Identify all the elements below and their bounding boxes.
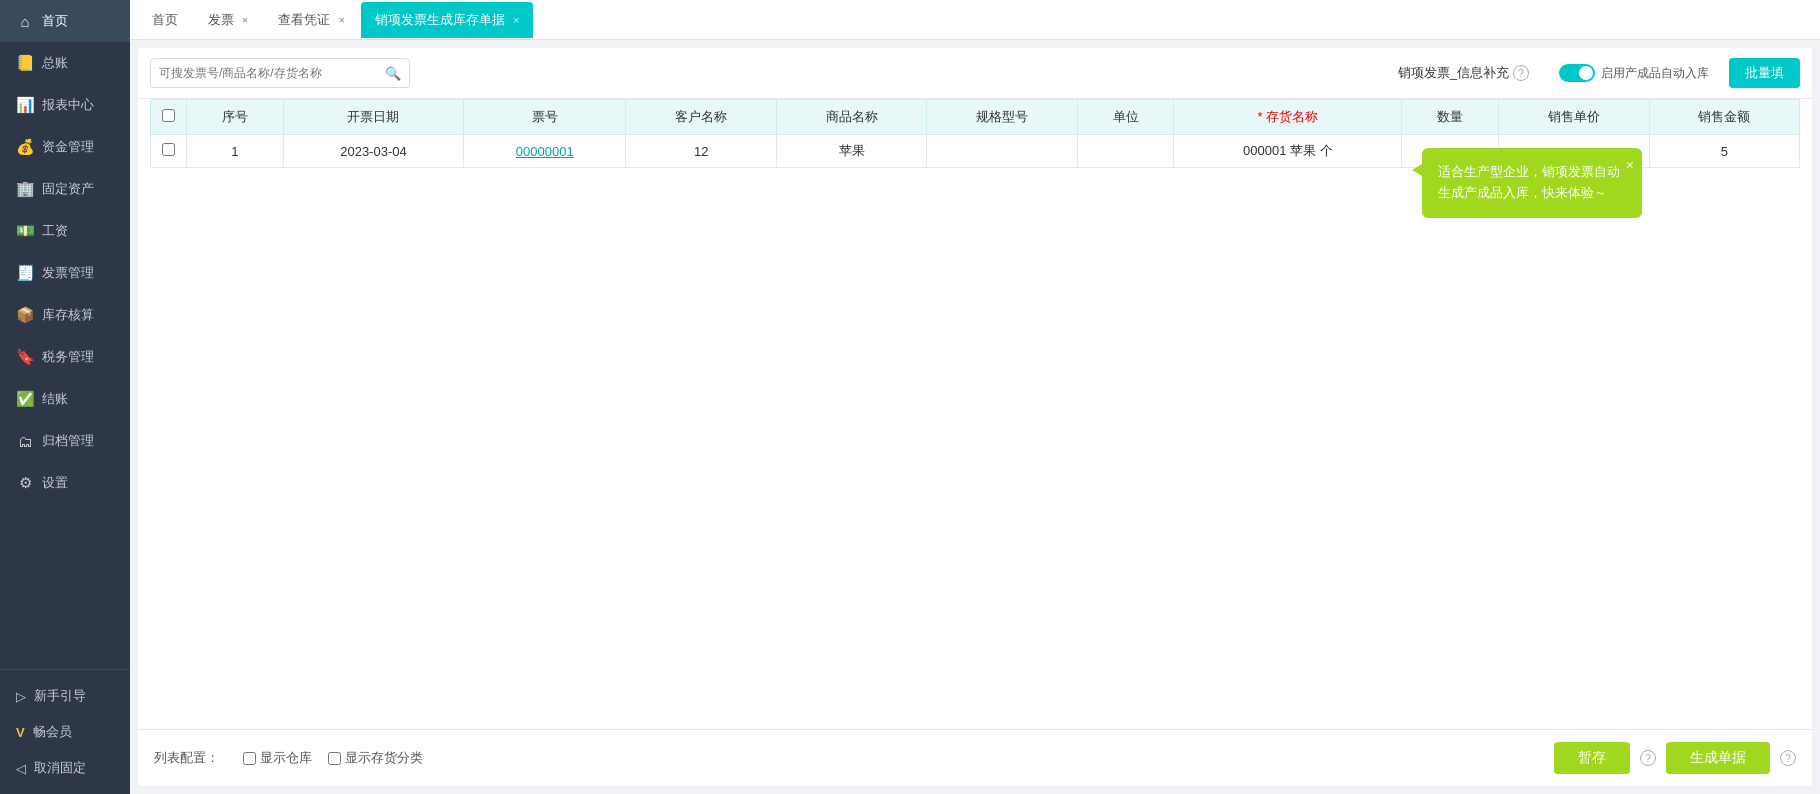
payroll-icon: 💵 bbox=[16, 222, 34, 240]
bottom-bar: 列表配置： 显示仓库 显示存货分类 暂存 ? 生成单据 ? bbox=[138, 729, 1812, 786]
search-input[interactable] bbox=[159, 66, 385, 80]
show-warehouse-label[interactable]: 显示仓库 bbox=[243, 749, 312, 767]
search-wrapper: 🔍 bbox=[150, 58, 410, 88]
sidebar-item-settings[interactable]: ⚙ 设置 bbox=[0, 462, 130, 504]
fixed-assets-icon: 🏢 bbox=[16, 180, 34, 198]
row-customer: 12 bbox=[626, 135, 776, 168]
sidebar-item-ledger[interactable]: 📒 总账 bbox=[0, 42, 130, 84]
tab-invoice[interactable]: 发票 × bbox=[194, 2, 262, 38]
sidebar-item-fixed-assets[interactable]: 🏢 固定资产 bbox=[0, 168, 130, 210]
show-category-label[interactable]: 显示存货分类 bbox=[328, 749, 423, 767]
th-customer: 客户名称 bbox=[626, 100, 776, 135]
tab-inventory-order[interactable]: 销项发票生成库存单据 × bbox=[361, 2, 533, 38]
batch-fill-button[interactable]: 批量填 bbox=[1729, 58, 1800, 88]
sidebar: ⌂ 首页 📒 总账 📊 报表中心 💰 资金管理 🏢 固定资产 💵 工资 🧾 发票… bbox=[0, 0, 130, 794]
th-amount: 销售金额 bbox=[1649, 100, 1799, 135]
sidebar-bottom: ▷ 新手引导 V 畅会员 ◁ 取消固定 bbox=[0, 669, 130, 794]
sidebar-item-payroll[interactable]: 💵 工资 bbox=[0, 210, 130, 252]
row-date: 2023-03-04 bbox=[283, 135, 463, 168]
row-inventory-name: 000001 苹果 个 bbox=[1174, 135, 1402, 168]
row-checkbox[interactable] bbox=[162, 143, 175, 156]
fund-icon: 💰 bbox=[16, 138, 34, 156]
toggle-wrapper: 启用产成品自动入库 bbox=[1559, 64, 1709, 82]
guide-icon: ▷ bbox=[16, 689, 26, 704]
row-ticket-no[interactable]: 00000001 bbox=[464, 135, 626, 168]
report-icon: 📊 bbox=[16, 96, 34, 114]
bottom-actions: 暂存 ? 生成单据 ? bbox=[1554, 742, 1796, 774]
th-ticket-no: 票号 bbox=[464, 100, 626, 135]
sidebar-item-tax[interactable]: 🔖 税务管理 bbox=[0, 336, 130, 378]
info-label: 销项发票_信息补充 ? bbox=[1398, 64, 1529, 82]
show-warehouse-checkbox[interactable] bbox=[243, 752, 256, 765]
ledger-icon: 📒 bbox=[16, 54, 34, 72]
th-index: 序号 bbox=[187, 100, 284, 135]
select-all-checkbox[interactable] bbox=[162, 109, 175, 122]
th-unit: 单位 bbox=[1077, 100, 1174, 135]
invoice-icon: 🧾 bbox=[16, 264, 34, 282]
info-help-icon[interactable]: ? bbox=[1513, 65, 1529, 81]
save-button[interactable]: 暂存 bbox=[1554, 742, 1630, 774]
generate-help-icon[interactable]: ? bbox=[1780, 750, 1796, 766]
vip-icon: V bbox=[16, 725, 25, 740]
tooltip-text: 适合生产型企业，销项发票自动生成产成品入库，快来体验～ bbox=[1438, 164, 1620, 200]
main-area: 首页 发票 × 查看凭证 × 销项发票生成库存单据 × 🔍 销项发票_信息补充 bbox=[130, 0, 1820, 794]
th-checkbox bbox=[151, 100, 187, 135]
th-product: 商品名称 bbox=[776, 100, 926, 135]
close-inventory-tab[interactable]: × bbox=[513, 14, 519, 26]
tooltip-bubble: × 适合生产型企业，销项发票自动生成产成品入库，快来体验～ bbox=[1422, 148, 1642, 218]
sidebar-item-invoice[interactable]: 🧾 发票管理 bbox=[0, 252, 130, 294]
th-inventory-name: * 存货名称 bbox=[1174, 100, 1402, 135]
sidebar-item-home[interactable]: ⌂ 首页 bbox=[0, 0, 130, 42]
sidebar-item-report[interactable]: 📊 报表中心 bbox=[0, 84, 130, 126]
row-amount: 5 bbox=[1649, 135, 1799, 168]
generate-button[interactable]: 生成单据 bbox=[1666, 742, 1770, 774]
sidebar-item-inventory[interactable]: 📦 库存核算 bbox=[0, 294, 130, 336]
row-spec bbox=[927, 135, 1077, 168]
save-help-icon[interactable]: ? bbox=[1640, 750, 1656, 766]
tax-icon: 🔖 bbox=[16, 348, 34, 366]
sidebar-item-fund[interactable]: 💰 资金管理 bbox=[0, 126, 130, 168]
content-wrapper: 🔍 销项发票_信息补充 ? 启用产成品自动入库 批量填 bbox=[138, 48, 1812, 786]
sidebar-item-guide[interactable]: ▷ 新手引导 bbox=[0, 678, 130, 714]
show-category-checkbox[interactable] bbox=[328, 752, 341, 765]
pin-icon: ◁ bbox=[16, 761, 26, 776]
content-panel: 🔍 销项发票_信息补充 ? 启用产成品自动入库 批量填 bbox=[138, 48, 1812, 786]
tabbar: 首页 发票 × 查看凭证 × 销项发票生成库存单据 × bbox=[130, 0, 1820, 40]
config-label: 列表配置： bbox=[154, 749, 219, 767]
pin-button[interactable]: ◁ 取消固定 bbox=[0, 750, 130, 786]
inventory-icon: 📦 bbox=[16, 306, 34, 324]
tab-voucher[interactable]: 查看凭证 × bbox=[264, 2, 358, 38]
sidebar-item-archive[interactable]: 🗂 归档管理 bbox=[0, 420, 130, 462]
th-quantity: 数量 bbox=[1402, 100, 1499, 135]
row-unit bbox=[1077, 135, 1174, 168]
toolbar: 🔍 销项发票_信息补充 ? 启用产成品自动入库 批量填 bbox=[138, 48, 1812, 99]
auto-warehouse-toggle[interactable] bbox=[1559, 64, 1595, 82]
checkout-icon: ✅ bbox=[16, 390, 34, 408]
tooltip-close-button[interactable]: × bbox=[1626, 154, 1634, 176]
sidebar-item-checkout[interactable]: ✅ 结账 bbox=[0, 378, 130, 420]
row-index: 1 bbox=[187, 135, 284, 168]
th-date: 开票日期 bbox=[283, 100, 463, 135]
home-icon: ⌂ bbox=[16, 13, 34, 30]
settings-icon: ⚙ bbox=[16, 474, 34, 492]
tab-home[interactable]: 首页 bbox=[138, 2, 192, 38]
row-checkbox-cell bbox=[151, 135, 187, 168]
th-spec: 规格型号 bbox=[927, 100, 1077, 135]
th-unit-price: 销售单价 bbox=[1499, 100, 1649, 135]
close-invoice-tab[interactable]: × bbox=[242, 14, 248, 26]
close-voucher-tab[interactable]: × bbox=[338, 14, 344, 26]
sidebar-item-vip[interactable]: V 畅会员 bbox=[0, 714, 130, 750]
row-product: 苹果 bbox=[776, 135, 926, 168]
search-icon: 🔍 bbox=[385, 66, 401, 81]
archive-icon: 🗂 bbox=[16, 433, 34, 450]
